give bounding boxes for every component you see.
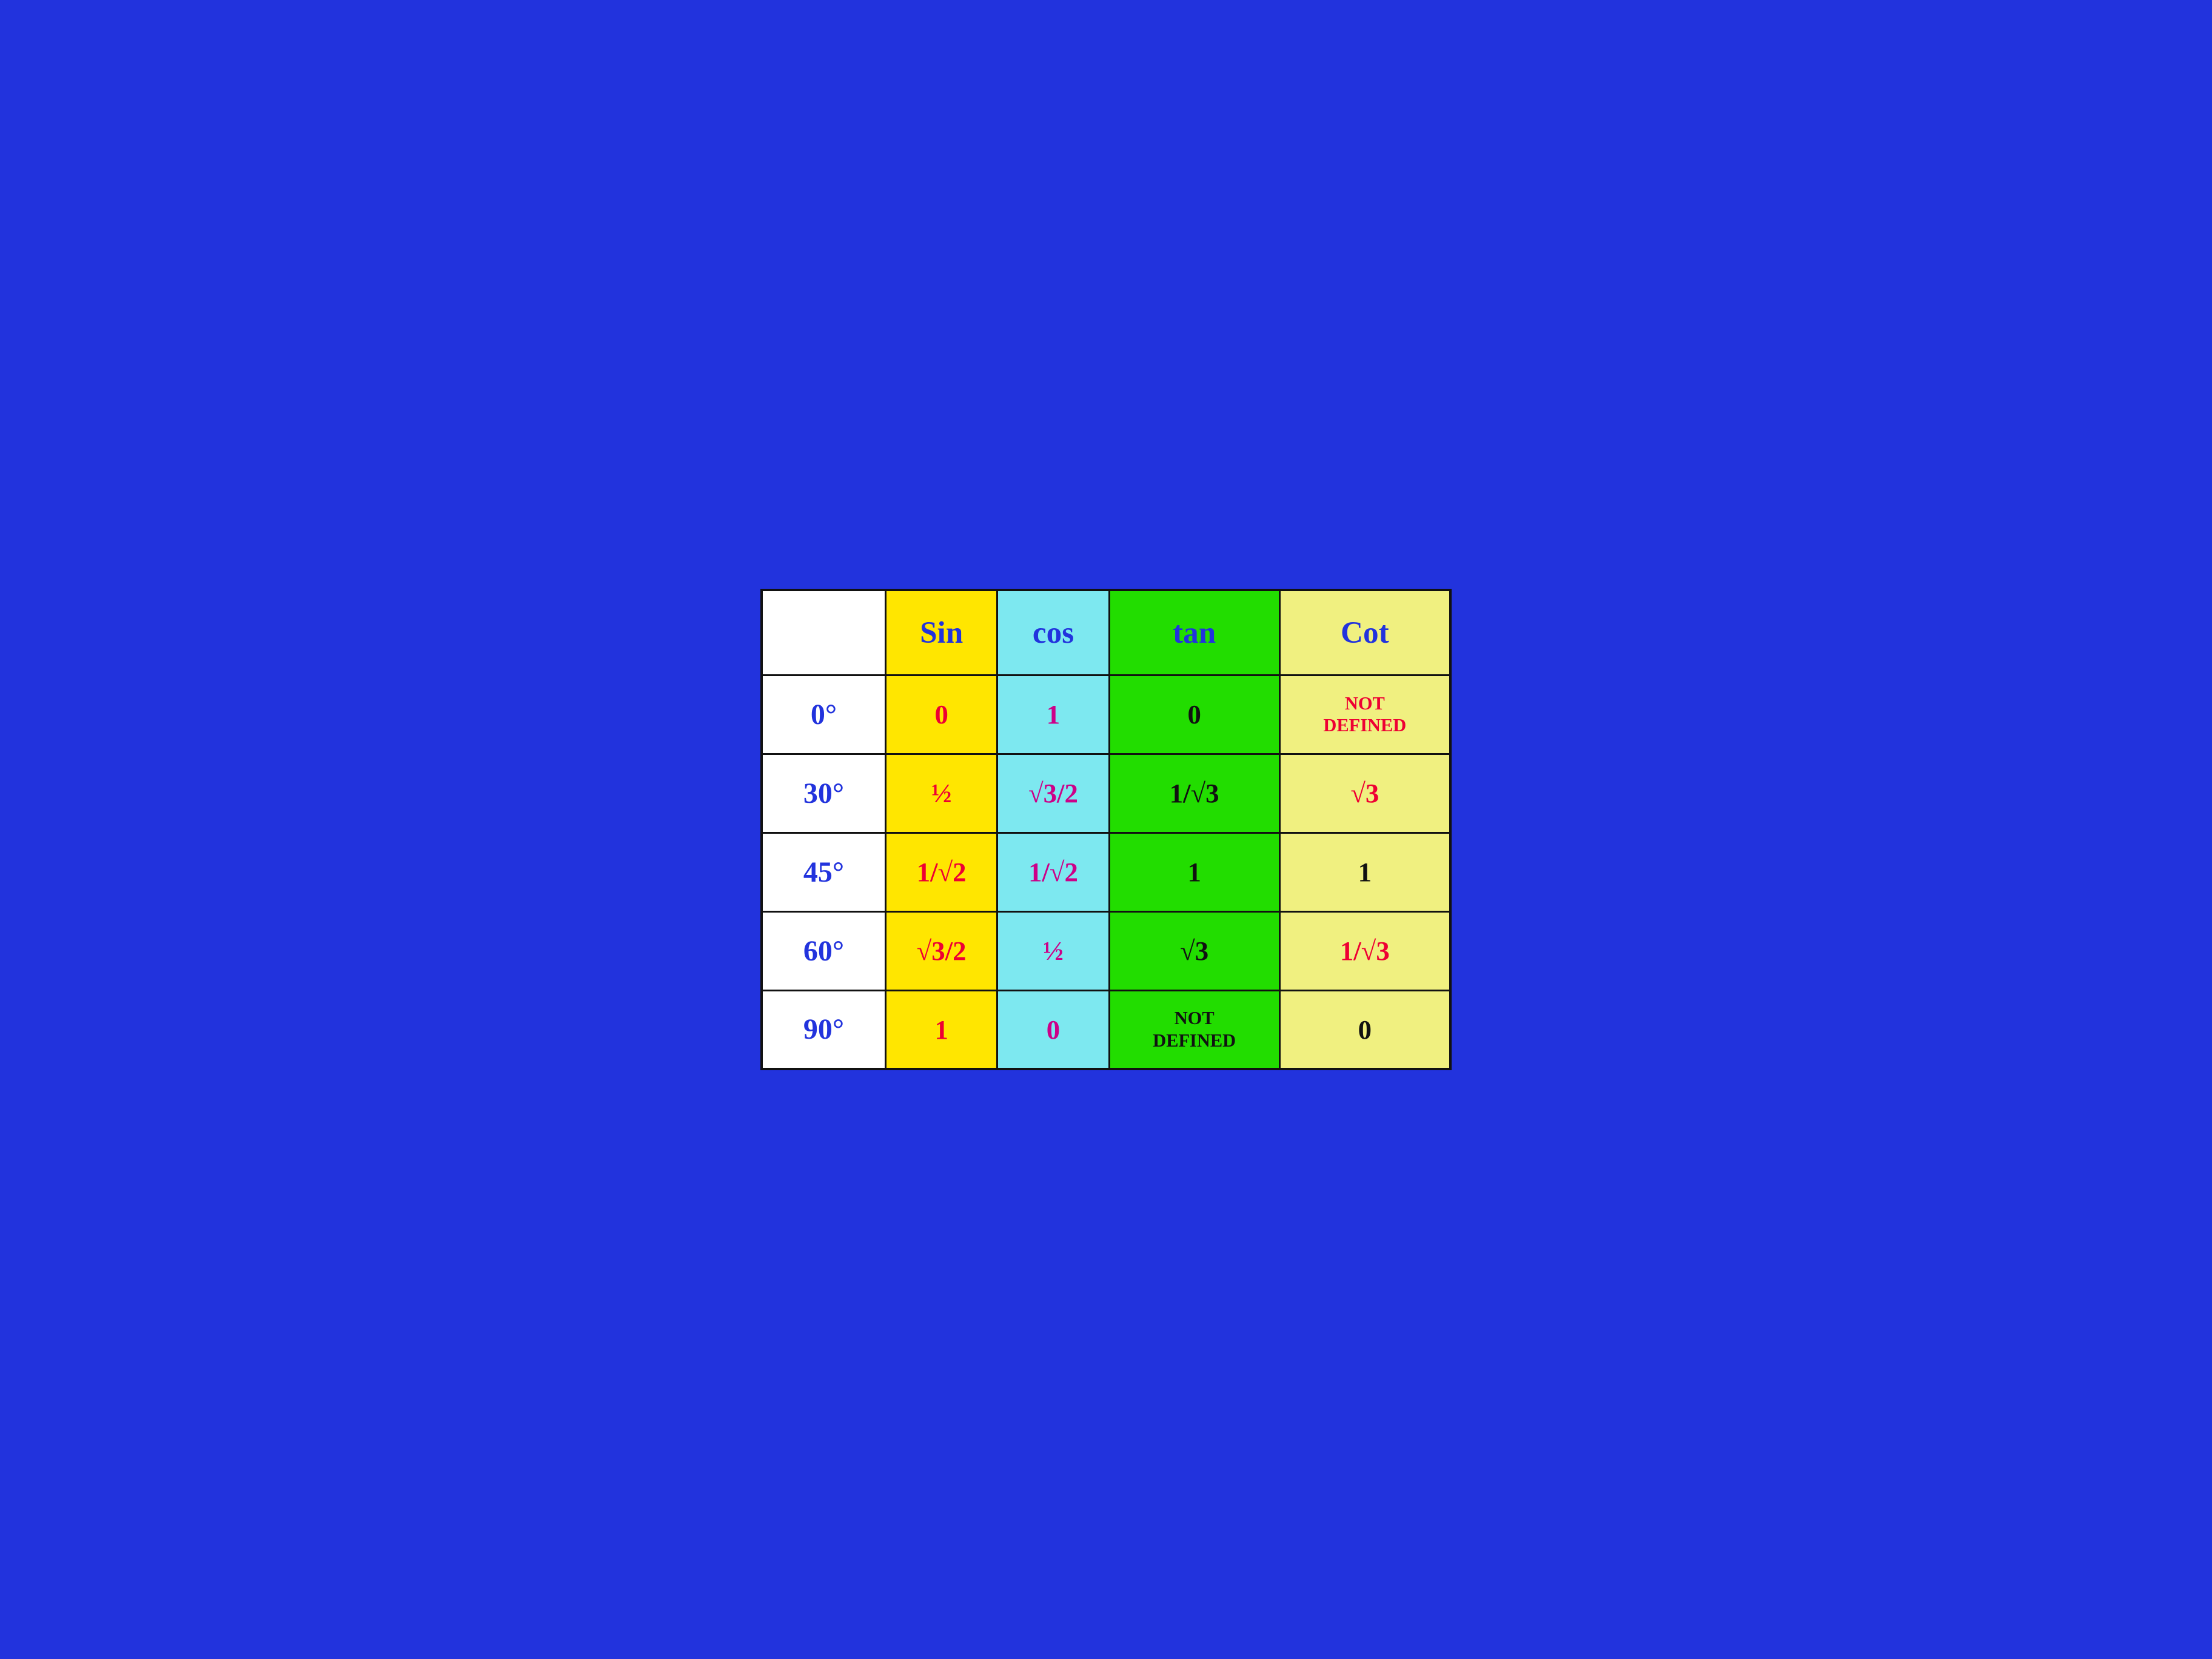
cot-60-value: 1/√3 <box>1340 936 1390 966</box>
sin-90-value: 1 <box>934 1014 948 1045</box>
sin-45: 1/√2 <box>885 833 997 911</box>
cot-60: 1/√3 <box>1279 911 1450 990</box>
cot-0: NotDefined <box>1279 675 1450 754</box>
header-cos-label: cos <box>1033 615 1074 650</box>
cot-45-value: 1 <box>1358 857 1372 887</box>
tan-60-value: √3 <box>1180 936 1208 966</box>
header-tan-label: tan <box>1173 615 1216 650</box>
cos-45-value: 1/√2 <box>1028 857 1078 887</box>
tan-45: 1 <box>1109 833 1279 911</box>
row-90deg: 90° 1 0 NotDefined 0 <box>762 990 1450 1069</box>
cos-60-value: ½ <box>1043 936 1064 966</box>
row-45deg: 45° 1/√2 1/√2 1 1 <box>762 833 1450 911</box>
cot-90: 0 <box>1279 990 1450 1069</box>
header-sin-label: Sin <box>920 615 963 650</box>
tan-30: 1/√3 <box>1109 754 1279 833</box>
cos-90: 0 <box>997 990 1109 1069</box>
angle-45: 45° <box>762 833 885 911</box>
sin-0-value: 0 <box>934 699 948 729</box>
tan-0: 0 <box>1109 675 1279 754</box>
cot-0-value: NotDefined <box>1287 692 1443 737</box>
tan-90: NotDefined <box>1109 990 1279 1069</box>
sin-30: ½ <box>885 754 997 833</box>
tan-0-value: 0 <box>1187 699 1201 729</box>
trig-table: Sin cos tan Cot 0° 0 <box>760 589 1452 1070</box>
angle-45-label: 45° <box>803 856 844 888</box>
cot-45: 1 <box>1279 833 1450 911</box>
cot-90-value: 0 <box>1358 1014 1372 1045</box>
cos-30-value: √3/2 <box>1028 778 1078 808</box>
angle-90: 90° <box>762 990 885 1069</box>
cos-0-value: 1 <box>1047 699 1060 729</box>
angle-60: 60° <box>762 911 885 990</box>
tan-45-value: 1 <box>1187 857 1201 887</box>
sin-60-value: √3/2 <box>917 936 967 966</box>
header-cos-cell: cos <box>997 590 1109 675</box>
sin-45-value: 1/√2 <box>917 857 967 887</box>
header-cot-cell: Cot <box>1279 590 1450 675</box>
cos-45: 1/√2 <box>997 833 1109 911</box>
header-row: Sin cos tan Cot <box>762 590 1450 675</box>
angle-30: 30° <box>762 754 885 833</box>
cot-30-value: √3 <box>1350 778 1379 808</box>
header-angle-cell <box>762 590 885 675</box>
header-cot-label: Cot <box>1341 615 1389 650</box>
angle-0-label: 0° <box>811 699 837 731</box>
header-tan-cell: tan <box>1109 590 1279 675</box>
cos-30: √3/2 <box>997 754 1109 833</box>
sin-0: 0 <box>885 675 997 754</box>
tan-90-value: NotDefined <box>1116 1007 1273 1051</box>
row-30deg: 30° ½ √3/2 1/√3 √3 <box>762 754 1450 833</box>
row-0deg: 0° 0 1 0 NotDefined <box>762 675 1450 754</box>
angle-30-label: 30° <box>803 777 844 809</box>
cos-60: ½ <box>997 911 1109 990</box>
header-sin-cell: Sin <box>885 590 997 675</box>
angle-90-label: 90° <box>803 1013 844 1045</box>
angle-0: 0° <box>762 675 885 754</box>
main-container: Sin cos tan Cot 0° 0 <box>742 571 1470 1088</box>
row-60deg: 60° √3/2 ½ √3 1/√3 <box>762 911 1450 990</box>
cos-90-value: 0 <box>1047 1014 1060 1045</box>
sin-90: 1 <box>885 990 997 1069</box>
tan-30-value: 1/√3 <box>1170 778 1219 808</box>
sin-30-value: ½ <box>931 778 952 808</box>
cos-0: 1 <box>997 675 1109 754</box>
sin-60: √3/2 <box>885 911 997 990</box>
cot-30: √3 <box>1279 754 1450 833</box>
tan-60: √3 <box>1109 911 1279 990</box>
angle-60-label: 60° <box>803 935 844 967</box>
